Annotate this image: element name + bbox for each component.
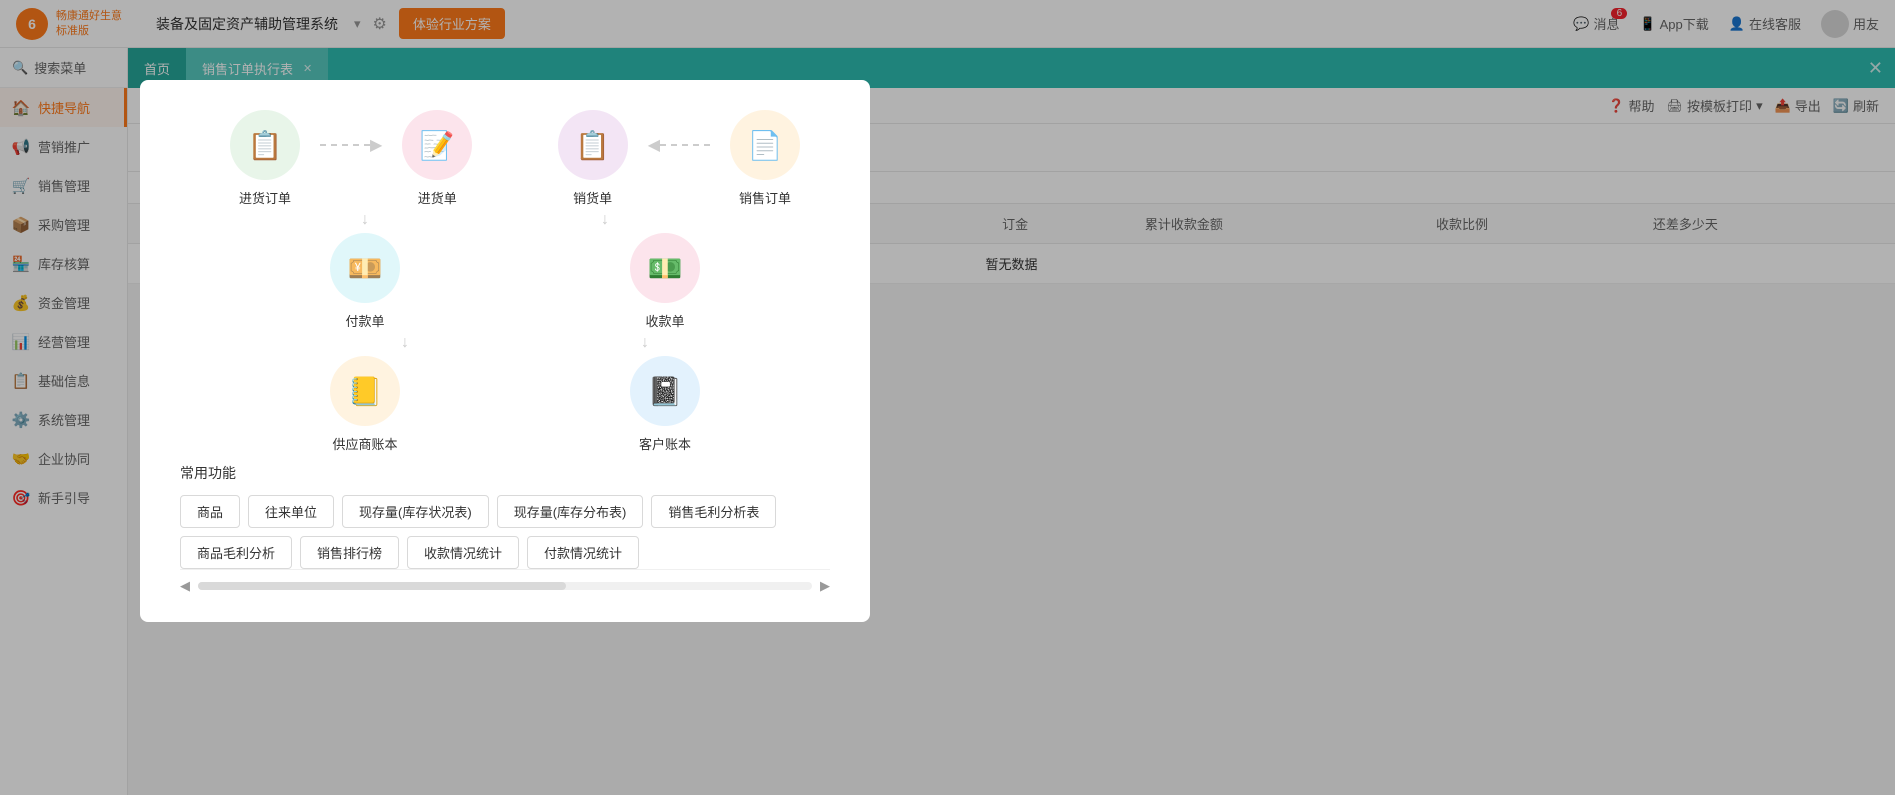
flow-node-receipt: 💵 收款单 <box>630 233 700 330</box>
sales-bill-icon: 📋 <box>575 129 610 162</box>
common-buttons-area: 商品 往来单位 现存量(库存状况表) 现存量(库存分布表) 销售毛利分析表 商品… <box>180 495 830 569</box>
flow-node-supplier: 📒 供应商账本 <box>330 356 400 453</box>
customer-icon: 📓 <box>648 375 683 408</box>
common-btn-sales-margin[interactable]: 销售毛利分析表 <box>651 495 776 528</box>
common-btn-stock-status[interactable]: 现存量(库存状况表) <box>342 495 489 528</box>
flow-node-sales-bill: 📋 销货单 <box>558 110 628 207</box>
flow-modal: 📋 进货订单 ▶ 📝 进货单 <box>140 80 870 622</box>
purchase-order-circle: 📋 <box>230 110 300 180</box>
supplier-circle: 📒 <box>330 356 400 426</box>
flow-node-payment: 💴 付款单 <box>330 233 400 330</box>
purchase-bill-label: 进货单 <box>418 188 457 207</box>
purchase-order-label: 进货订单 <box>239 188 291 207</box>
arrow-payment-down: ↓ <box>370 330 440 356</box>
common-btn-receipt-stat[interactable]: 收款情况统计 <box>407 536 519 569</box>
payment-label: 付款单 <box>345 311 384 330</box>
sales-order-icon: 📄 <box>748 129 783 162</box>
sales-order-circle: 📄 <box>730 110 800 180</box>
customer-circle: 📓 <box>630 356 700 426</box>
payment-circle: 💴 <box>330 233 400 303</box>
arrow-po-to-pb: ▶ <box>320 135 382 155</box>
purchase-order-icon: 📋 <box>248 129 283 162</box>
sales-order-label: 销售订单 <box>739 188 791 207</box>
flow-arrows-v: ↓ ↓ <box>180 207 830 233</box>
flow-node-purchase-bill: 📝 进货单 <box>402 110 472 207</box>
common-btn-party[interactable]: 往来单位 <box>248 495 334 528</box>
receipt-icon: 💵 <box>648 252 683 285</box>
common-btn-payment-stat[interactable]: 付款情况统计 <box>527 536 639 569</box>
modal-scrollbar: ◀ ▶ <box>180 569 830 602</box>
arrow-sb-down: ↓ <box>570 207 640 233</box>
supplier-icon: 📒 <box>348 375 383 408</box>
scrollbar-thumb <box>198 582 566 590</box>
supplier-label: 供应商账本 <box>332 434 397 453</box>
receipt-label: 收款单 <box>645 311 684 330</box>
scrollbar-track[interactable] <box>198 582 812 590</box>
common-btn-sales-rank[interactable]: 销售排行榜 <box>300 536 399 569</box>
scroll-right-icon[interactable]: ▶ <box>820 578 830 594</box>
common-btn-stock-dist[interactable]: 现存量(库存分布表) <box>497 495 644 528</box>
arrow-sb-to-so: ◀ <box>648 135 710 155</box>
flow-row-3: 📒 供应商账本 📓 客户账本 <box>180 356 830 453</box>
common-btn-goods-margin[interactable]: 商品毛利分析 <box>180 536 292 569</box>
scroll-left-icon[interactable]: ◀ <box>180 578 190 594</box>
receipt-circle: 💵 <box>630 233 700 303</box>
flow-node-purchase-order: 📋 进货订单 <box>230 110 300 207</box>
sales-bill-label: 销货单 <box>573 188 612 207</box>
purchase-bill-circle: 📝 <box>402 110 472 180</box>
flow-row-2: 💴 付款单 💵 收款单 <box>180 233 830 330</box>
common-functions-section: 常用功能 商品 往来单位 现存量(库存状况表) 现存量(库存分布表) 销售毛利分… <box>180 463 830 569</box>
flow-arrows-v2: ↓ ↓ <box>180 330 830 356</box>
common-btn-goods[interactable]: 商品 <box>180 495 240 528</box>
flow-diagram: 📋 进货订单 ▶ 📝 进货单 <box>180 110 830 453</box>
flow-node-customer: 📓 客户账本 <box>630 356 700 453</box>
flow-row-1: 📋 进货订单 ▶ 📝 进货单 <box>180 110 830 207</box>
flow-node-sales-order: 📄 销售订单 <box>730 110 800 207</box>
modal-overlay[interactable]: 📋 进货订单 ▶ 📝 进货单 <box>0 0 1895 795</box>
payment-icon: 💴 <box>348 252 383 285</box>
common-functions-title: 常用功能 <box>180 463 830 483</box>
arrow-pb-down: ↓ <box>330 207 400 233</box>
sales-bill-circle: 📋 <box>558 110 628 180</box>
purchase-bill-icon: 📝 <box>420 129 455 162</box>
customer-label: 客户账本 <box>639 434 691 453</box>
arrow-receipt-down: ↓ <box>610 330 680 356</box>
